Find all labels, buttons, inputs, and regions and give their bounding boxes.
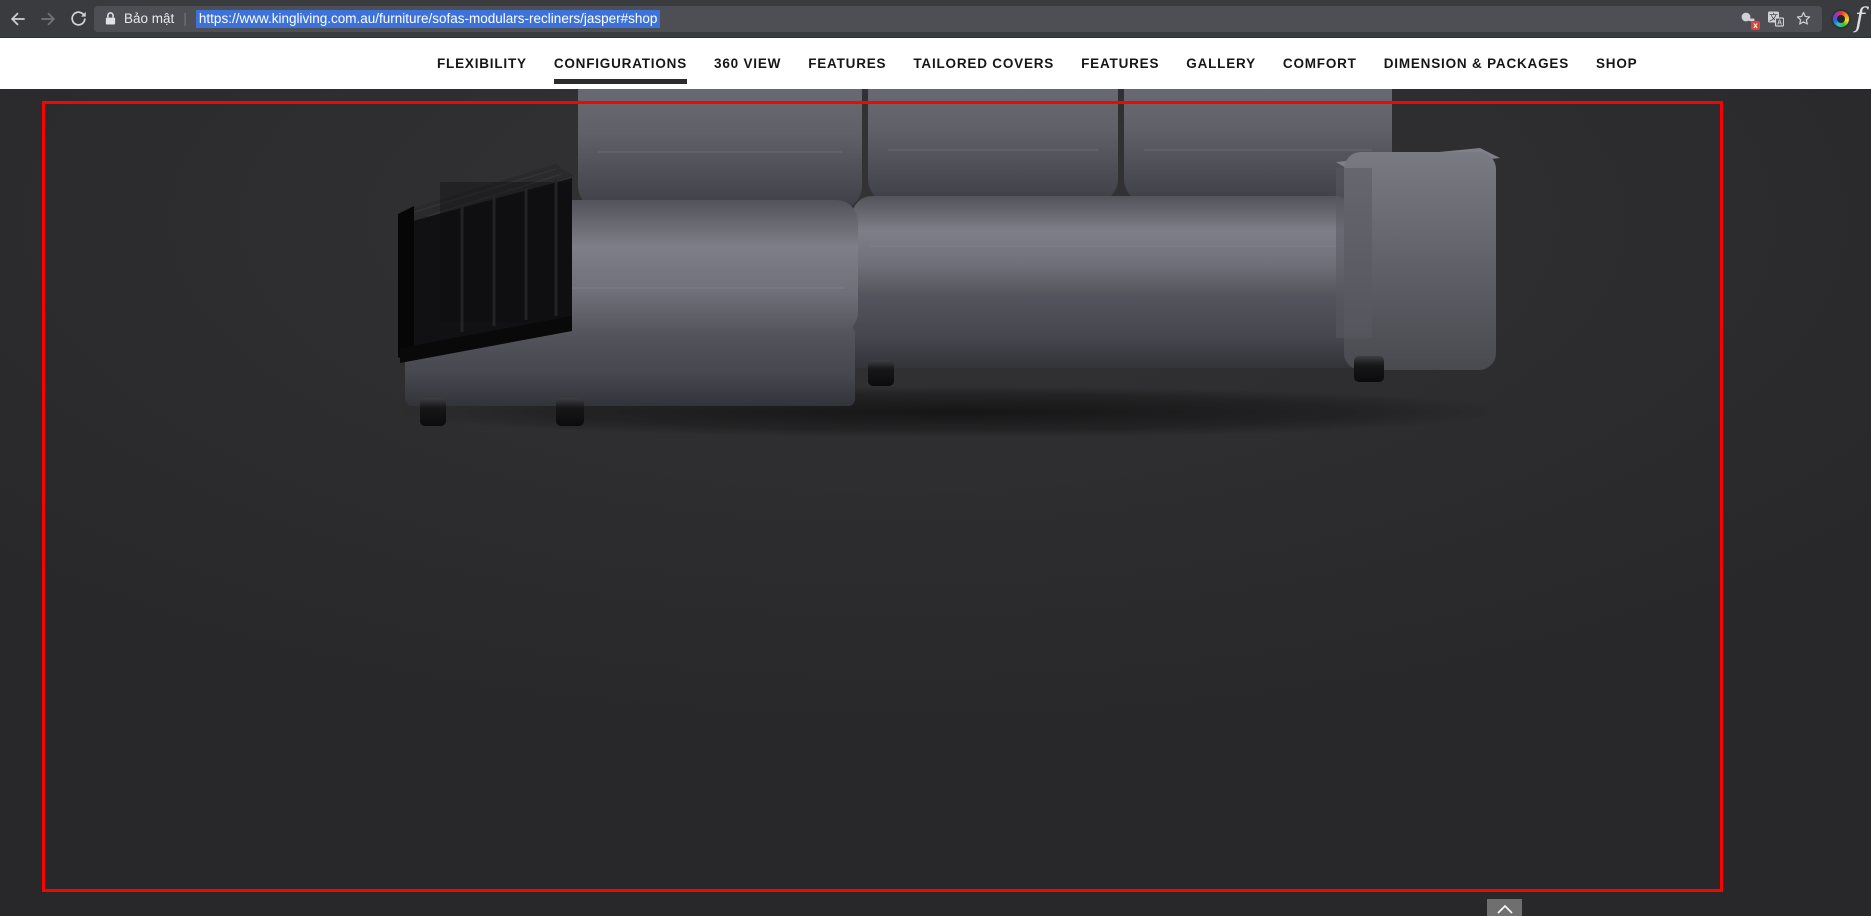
font-extension-icon[interactable]: f [1855,1,1871,37]
forward-button[interactable] [36,7,60,31]
lock-icon [105,12,116,25]
nav-item-flexibility[interactable]: FLEXIBILITY [437,38,527,89]
address-bar[interactable]: Bảo mật | https://www.kingliving.com.au/… [94,5,1822,32]
nav-item-features-2[interactable]: FEATURES [1081,38,1159,89]
back-button[interactable] [6,7,30,31]
reload-icon [70,11,86,26]
colorwheel-extension-icon[interactable] [1833,11,1849,27]
back-cushions [578,89,1392,210]
nav-item-dimension-packages[interactable]: DIMENSION & PACKAGES [1384,38,1569,89]
bookmark-star-button[interactable] [1795,10,1812,27]
reload-button[interactable] [66,7,90,31]
timber-arm-shelf [398,164,574,363]
sofa-hero-image [395,89,1515,438]
nav-item-comfort[interactable]: COMFORT [1283,38,1357,89]
back-arrow-icon [10,12,25,25]
scroll-to-top-button[interactable] [1487,899,1522,916]
site-security-chip[interactable]: Bảo mật [104,11,174,26]
security-label: Bảo mật [124,11,175,26]
red-x-badge: x [1751,20,1760,30]
svg-text:A: A [1777,20,1782,27]
product-section-nav: FLEXIBILITY CONFIGURATIONS 360 VIEW FEAT… [0,38,1871,89]
nav-item-shop[interactable]: SHOP [1596,38,1637,89]
right-armrest [1336,148,1500,370]
nav-item-tailored-covers[interactable]: TAILORED COVERS [913,38,1054,89]
url-separator: | [183,10,187,26]
browser-toolbar: Bảo mật | https://www.kingliving.com.au/… [0,0,1871,38]
forward-arrow-icon [41,12,56,25]
nav-item-configurations[interactable]: CONFIGURATIONS [553,38,688,89]
hero-360-viewer[interactable] [0,89,1871,916]
url-text-selected[interactable]: https://www.kingliving.com.au/furniture/… [195,9,661,28]
nav-item-features-1[interactable]: FEATURES [808,38,886,89]
translate-icon: 文 A [1768,11,1784,27]
nav-item-gallery[interactable]: GALLERY [1186,38,1256,89]
key-alert-button[interactable]: x [1740,11,1760,30]
translate-button[interactable]: 文 A [1767,10,1784,27]
nav-item-360-view[interactable]: 360 VIEW [714,38,781,89]
chevron-up-icon [1496,904,1513,914]
star-icon [1796,11,1811,25]
